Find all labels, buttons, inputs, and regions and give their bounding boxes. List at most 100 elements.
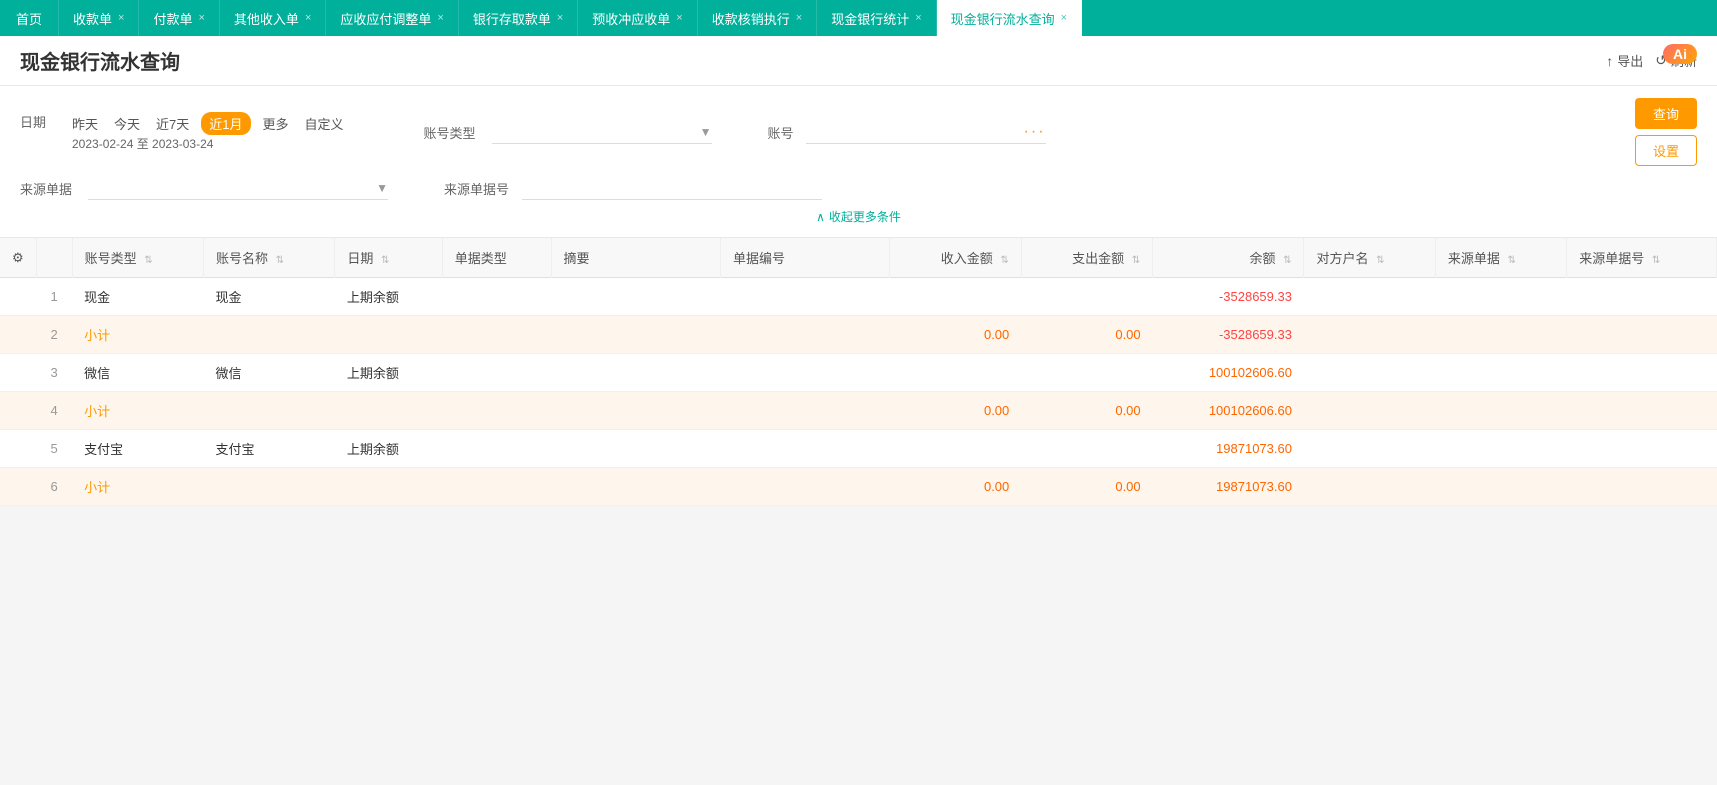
date-shortcut-1month[interactable]: 近1月 xyxy=(201,112,250,135)
row-settings xyxy=(0,316,36,354)
collapse-bar[interactable]: ∧ 收起更多条件 xyxy=(20,208,1697,225)
table-row: 6 小计 0.00 0.00 19871073.60 xyxy=(0,468,1717,506)
cell-summary xyxy=(551,316,720,354)
nav-item-1[interactable]: 收款单 × xyxy=(59,0,139,36)
th-account-type[interactable]: 账号类型 ⇅ xyxy=(72,238,203,278)
th-income[interactable]: 收入金额 ⇅ xyxy=(890,238,1021,278)
date-shortcut-custom[interactable]: 自定义 xyxy=(301,112,348,135)
source-doc-num-input[interactable] xyxy=(522,176,822,199)
account-type-select-wrapper: ▼ xyxy=(492,120,712,144)
cell-expense: 0.00 xyxy=(1021,468,1152,506)
cell-expense: 0.00 xyxy=(1021,392,1152,430)
cell-doc-type xyxy=(442,430,551,468)
account-type-dropdown-icon[interactable]: ▼ xyxy=(700,125,712,139)
th-counterpart[interactable]: 对方户名 ⇅ xyxy=(1304,238,1435,278)
query-button[interactable]: 查询 xyxy=(1635,98,1697,129)
nav-item-9-active[interactable]: 现金银行流水查询 × xyxy=(937,0,1082,36)
th-balance[interactable]: 余额 ⇅ xyxy=(1153,238,1304,278)
cell-source-doc-num xyxy=(1567,430,1717,468)
account-more-icon[interactable]: ··· xyxy=(1024,123,1046,141)
cell-date xyxy=(335,316,442,354)
row-index: 3 xyxy=(36,354,72,392)
cell-expense xyxy=(1021,354,1152,392)
cell-doc-type xyxy=(442,354,551,392)
nav-item-7[interactable]: 收款核销执行 × xyxy=(698,0,817,36)
close-icon[interactable]: × xyxy=(676,12,682,24)
sort-icon: ⇅ xyxy=(1652,255,1660,266)
cell-source-doc xyxy=(1435,316,1566,354)
nav-item-2[interactable]: 付款单 × xyxy=(139,0,219,36)
table-row: 1 现金 现金 上期余额 -3528659.33 xyxy=(0,278,1717,316)
cell-doc-type xyxy=(442,392,551,430)
account-type-input[interactable] xyxy=(492,120,700,143)
nav-item-8[interactable]: 现金银行统计 × xyxy=(817,0,936,36)
close-icon[interactable]: × xyxy=(118,12,124,24)
cell-doc-number xyxy=(720,468,889,506)
sort-icon: ⇅ xyxy=(1283,255,1291,266)
sort-icon: ⇅ xyxy=(276,255,284,266)
cell-income: 0.00 xyxy=(890,468,1021,506)
th-source-doc[interactable]: 来源单据 ⇅ xyxy=(1435,238,1566,278)
close-icon[interactable]: × xyxy=(796,12,802,24)
account-filter: 账号 ··· xyxy=(768,120,1046,144)
export-button[interactable]: ↑ 导出 xyxy=(1606,51,1643,70)
nav-home[interactable]: 首页 xyxy=(0,0,59,36)
date-label: 日期 xyxy=(20,112,60,131)
sort-icon: ⇅ xyxy=(1132,255,1140,266)
date-shortcut-7days[interactable]: 近7天 xyxy=(152,112,193,135)
cell-doc-type xyxy=(442,316,551,354)
date-shortcut-more[interactable]: 更多 xyxy=(259,112,293,135)
close-icon[interactable]: × xyxy=(915,12,921,24)
source-doc-dropdown-icon[interactable]: ▼ xyxy=(376,181,388,195)
close-icon[interactable]: × xyxy=(1061,12,1067,24)
account-input[interactable] xyxy=(806,120,1024,143)
cell-summary xyxy=(551,468,720,506)
close-icon[interactable]: × xyxy=(437,12,443,24)
cell-balance: 19871073.60 xyxy=(1153,430,1304,468)
data-table: ⚙ 账号类型 ⇅ 账号名称 ⇅ 日期 ⇅ 单据类型 xyxy=(0,238,1717,506)
row-settings xyxy=(0,392,36,430)
th-date[interactable]: 日期 ⇅ xyxy=(335,238,442,278)
collapse-label: 收起更多条件 xyxy=(829,208,901,225)
action-buttons: 查询 设置 xyxy=(1635,98,1697,166)
source-doc-input[interactable] xyxy=(88,176,376,199)
nav-item-4[interactable]: 应收应付调整单 × xyxy=(326,0,458,36)
table-row: 2 小计 0.00 0.00 -3528659.33 xyxy=(0,316,1717,354)
settings-button[interactable]: 设置 xyxy=(1635,135,1697,166)
cell-summary xyxy=(551,354,720,392)
date-shortcut-yesterday[interactable]: 昨天 xyxy=(68,112,102,135)
th-expense[interactable]: 支出金额 ⇅ xyxy=(1021,238,1152,278)
cell-source-doc xyxy=(1435,392,1566,430)
account-type-label: 账号类型 xyxy=(424,123,484,142)
source-doc-input-wrapper: ▼ xyxy=(88,176,388,200)
th-doc-number[interactable]: 单据编号 xyxy=(720,238,889,278)
date-shortcut-row: 昨天 今天 近7天 近1月 更多 自定义 xyxy=(68,112,348,135)
cell-income xyxy=(890,278,1021,316)
th-doc-type[interactable]: 单据类型 xyxy=(442,238,551,278)
close-icon[interactable]: × xyxy=(305,12,311,24)
cell-date xyxy=(335,392,442,430)
cell-counterpart xyxy=(1304,430,1435,468)
source-doc-label: 来源单据 xyxy=(20,179,80,198)
nav-item-3[interactable]: 其他收入单 × xyxy=(220,0,326,36)
nav-item-5[interactable]: 银行存取款单 × xyxy=(459,0,578,36)
settings-icon[interactable]: ⚙ xyxy=(12,250,24,265)
cell-date: 上期余额 xyxy=(335,354,442,392)
filter-row-1: 日期 昨天 今天 近7天 近1月 更多 自定义 2023-02-24 至 202… xyxy=(20,98,1697,166)
th-settings[interactable]: ⚙ xyxy=(0,238,36,278)
sort-icon: ⇅ xyxy=(144,255,152,266)
cell-source-doc xyxy=(1435,354,1566,392)
close-icon[interactable]: × xyxy=(557,12,563,24)
date-range-display: 2023-02-24 至 2023-03-24 xyxy=(72,135,348,152)
cell-account-name: 微信 xyxy=(204,354,335,392)
th-account-name[interactable]: 账号名称 ⇅ xyxy=(204,238,335,278)
nav-item-6[interactable]: 预收冲应收单 × xyxy=(578,0,697,36)
date-shortcut-today[interactable]: 今天 xyxy=(110,112,144,135)
cell-expense: 0.00 xyxy=(1021,316,1152,354)
ai-badge[interactable]: Ai xyxy=(1663,44,1697,64)
filter-section: 日期 昨天 今天 近7天 近1月 更多 自定义 2023-02-24 至 202… xyxy=(0,86,1717,238)
th-summary[interactable]: 摘要 xyxy=(551,238,720,278)
th-source-doc-num[interactable]: 来源单据号 ⇅ xyxy=(1567,238,1717,278)
close-icon[interactable]: × xyxy=(198,12,204,24)
cell-account-type: 现金 xyxy=(72,278,203,316)
